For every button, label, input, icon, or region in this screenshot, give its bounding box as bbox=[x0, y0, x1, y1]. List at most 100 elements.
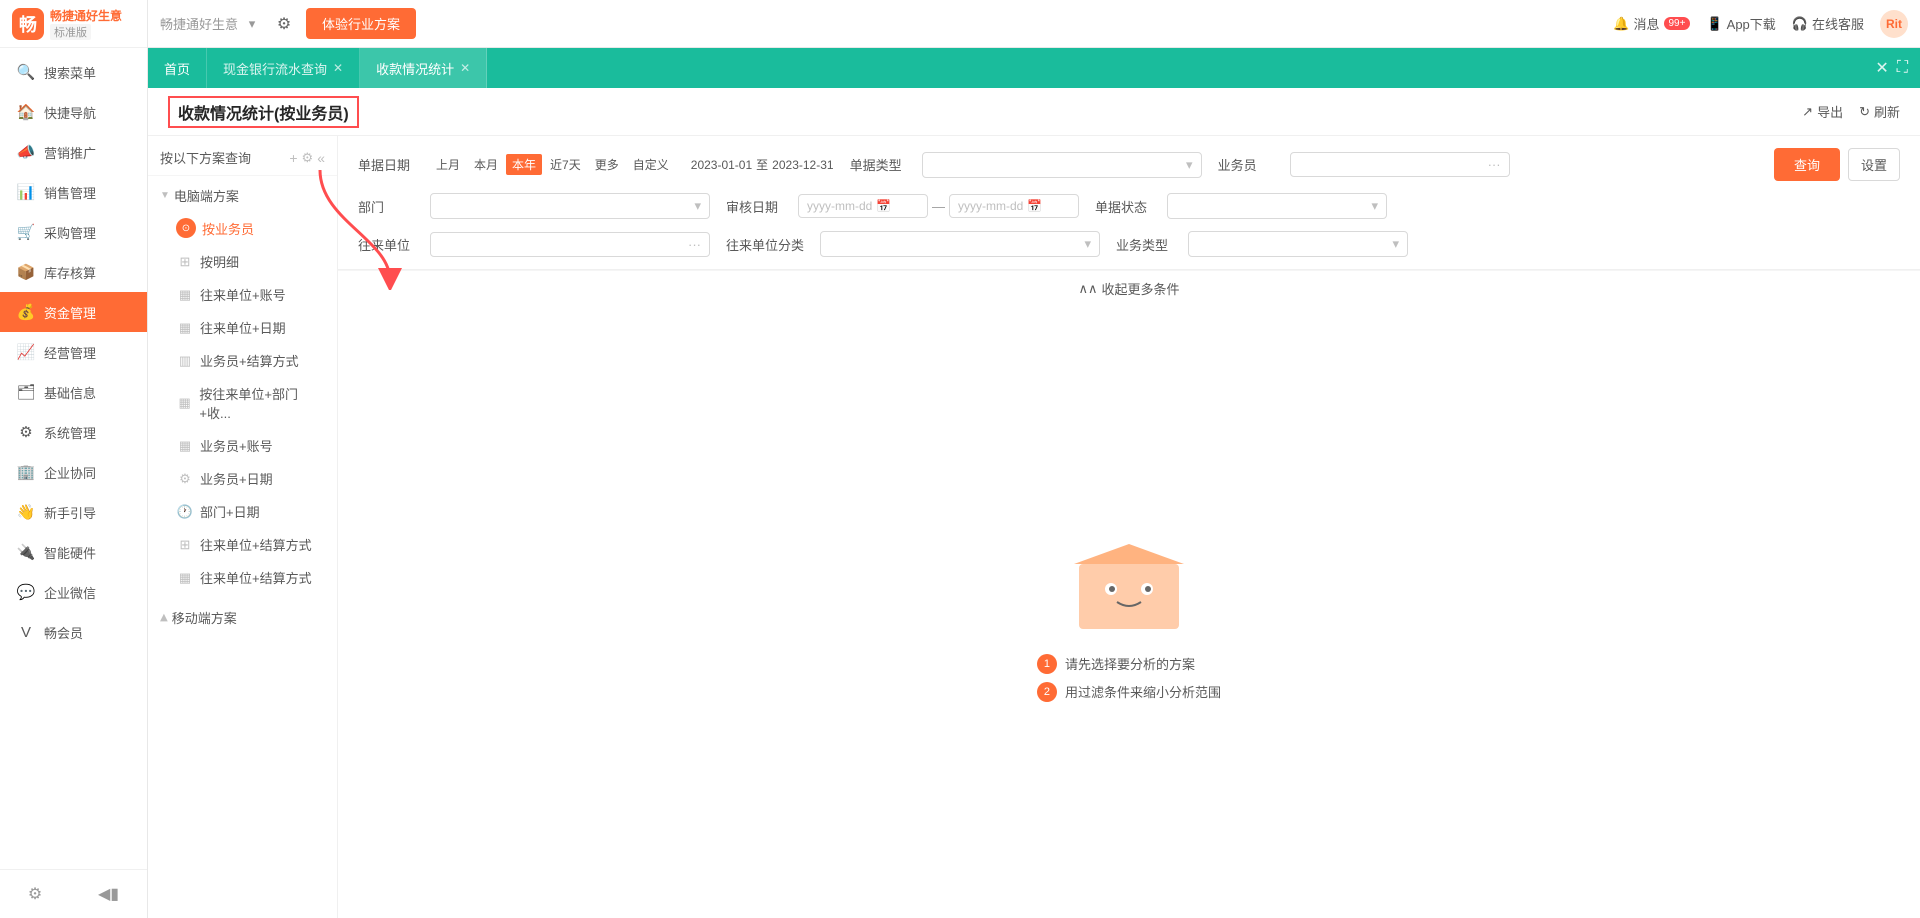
collapse-bar[interactable]: ∧∧ 收起更多条件 bbox=[338, 270, 1920, 306]
empty-svg-illustration bbox=[1049, 514, 1209, 634]
date-from-text: 2023-01-01 bbox=[691, 158, 752, 172]
tab-collection-close-icon[interactable]: ✕ bbox=[460, 61, 470, 75]
empty-steps: 1 请先选择要分析的方案 2 用过滤条件来缩小分析范围 bbox=[1037, 654, 1221, 702]
sidebar-item-label: 新手引导 bbox=[44, 503, 96, 522]
add-scheme-btn[interactable]: + bbox=[289, 150, 297, 166]
tab-bank-flow[interactable]: 现金银行流水查询 ✕ bbox=[207, 48, 360, 88]
mobile-scheme-label: 移动端方案 bbox=[172, 608, 237, 627]
app-download-action[interactable]: 📱 App下载 bbox=[1706, 14, 1775, 33]
shortcut-this-month[interactable]: 本月 bbox=[468, 154, 504, 175]
sidebar-item-label: 销售管理 bbox=[44, 183, 96, 202]
scheme-item-partner-dept[interactable]: ▦ 按往来单位+部门+收... bbox=[148, 377, 337, 429]
scheme-item-dept-date[interactable]: 🕐 部门+日期 bbox=[148, 495, 337, 528]
breadcrumb-dropdown-icon[interactable]: ▾ bbox=[242, 14, 262, 34]
user-avatar[interactable]: Rit bbox=[1880, 10, 1908, 38]
sidebar-item-sales[interactable]: 📊 销售管理 bbox=[0, 172, 147, 212]
shortcut-last-month[interactable]: 上月 bbox=[430, 154, 466, 175]
calendar-icon2: 📅 bbox=[1027, 199, 1042, 213]
scheme-item-staff-date[interactable]: ⚙ 业务员+日期 bbox=[148, 462, 337, 495]
sidebar-item-operations[interactable]: 📈 经营管理 bbox=[0, 332, 147, 372]
sidebar-item-vip[interactable]: V 畅会员 bbox=[0, 612, 147, 652]
biz-type-select[interactable]: ▾ bbox=[1188, 231, 1408, 257]
sidebar-item-label: 搜索菜单 bbox=[44, 63, 96, 82]
date-to-text: 2023-12-31 bbox=[772, 158, 833, 172]
app-logo-icon: 畅 bbox=[12, 8, 44, 40]
sidebar-item-label: 营销推广 bbox=[44, 143, 96, 162]
notification-action[interactable]: 🔔 消息 99+ bbox=[1613, 14, 1690, 33]
scheme-item-label: 业务员+日期 bbox=[200, 469, 273, 488]
sidebar-item-quicknav[interactable]: 🏠 快捷导航 bbox=[0, 92, 147, 132]
mobile-scheme-header[interactable]: ▶ 移动端方案 bbox=[148, 602, 337, 633]
scheme-item-partner-settle2[interactable]: ▦ 往来单位+结算方式 bbox=[148, 561, 337, 594]
scheme-item-staff-account[interactable]: ▦ 业务员+账号 bbox=[148, 429, 337, 462]
scheme-item-partner-date[interactable]: ▦ 往来单位+日期 bbox=[148, 311, 337, 344]
notification-icon: 🔔 bbox=[1613, 16, 1629, 32]
shortcut-more[interactable]: 更多 bbox=[589, 154, 625, 175]
scheme-item-detail[interactable]: ⊞ 按明细 bbox=[148, 245, 337, 278]
sidebar-item-basic[interactable]: 🗂 基础信息 bbox=[0, 372, 147, 412]
scheme-item-partner-account[interactable]: ▦ 往来单位+账号 bbox=[148, 278, 337, 311]
shortcut-custom[interactable]: 自定义 bbox=[627, 154, 675, 175]
doc-status-select[interactable]: ▾ bbox=[1167, 193, 1387, 219]
export-button[interactable]: ↗ 导出 bbox=[1802, 102, 1843, 121]
sidebar-item-wechat[interactable]: 💬 企业微信 bbox=[0, 572, 147, 612]
header-right: 🔔 消息 99+ 📱 App下载 🎧 在线客服 Rit bbox=[1613, 10, 1908, 38]
filter-row-1: 单据日期 上月 本月 本年 近7天 更多 自定义 2023-01-01 至 20… bbox=[358, 148, 1900, 181]
tab-home-label: 首页 bbox=[164, 59, 190, 78]
doc-type-select[interactable]: ▾ bbox=[922, 152, 1202, 178]
tab-close-all-icon[interactable]: ✕ bbox=[1875, 58, 1888, 78]
shortcut-this-year[interactable]: 本年 bbox=[506, 154, 542, 175]
collapse-panel-btn[interactable]: « bbox=[317, 150, 325, 166]
collapse-sidebar-btn[interactable]: ◀▮ bbox=[92, 878, 125, 910]
sidebar-item-marketing[interactable]: 📣 营销推广 bbox=[0, 132, 147, 172]
partner-filter-group: ··· bbox=[430, 232, 710, 257]
sidebar-item-inventory[interactable]: 📦 库存核算 bbox=[0, 252, 147, 292]
desktop-scheme-label: 电脑端方案 bbox=[174, 186, 239, 205]
online-service-action[interactable]: 🎧 在线客服 bbox=[1792, 14, 1864, 33]
tab-home[interactable]: 首页 bbox=[148, 48, 207, 88]
settings-button[interactable]: 设置 bbox=[1848, 148, 1900, 181]
trial-button[interactable]: 体验行业方案 bbox=[306, 8, 416, 39]
staff-select[interactable]: ··· bbox=[1290, 152, 1510, 177]
sidebar-item-newuser[interactable]: 👋 新手引导 bbox=[0, 492, 147, 532]
mobile-arrow-icon: ▶ bbox=[158, 614, 169, 622]
header-gear-icon[interactable]: ⚙ bbox=[270, 10, 298, 38]
sidebar-item-finance[interactable]: 💰 资金管理 bbox=[0, 292, 147, 332]
partner-category-select[interactable]: ▾ bbox=[820, 231, 1100, 257]
query-button[interactable]: 查询 bbox=[1774, 148, 1840, 181]
empty-step-2: 2 用过滤条件来缩小分析范围 bbox=[1037, 682, 1221, 702]
review-date-from-input[interactable]: yyyy-mm-dd 📅 bbox=[798, 194, 928, 218]
refresh-button[interactable]: ↻ 刷新 bbox=[1859, 102, 1900, 121]
settings-bottom-icon[interactable]: ⚙ bbox=[22, 878, 48, 910]
sidebar-item-label: 资金管理 bbox=[44, 303, 96, 322]
empty-inner: 1 请先选择要分析的方案 2 用过滤条件来缩小分析范围 bbox=[1037, 514, 1221, 710]
date-range-sep: 至 bbox=[756, 156, 768, 173]
shortcut-7days[interactable]: 近7天 bbox=[544, 154, 587, 175]
scheme-item-by-staff[interactable]: ⊙ 按业务员 bbox=[148, 211, 337, 245]
sidebar-item-enterprise[interactable]: 🏢 企业协同 bbox=[0, 452, 147, 492]
review-date-to-input[interactable]: yyyy-mm-dd 📅 bbox=[949, 194, 1079, 218]
scheme-settings-btn[interactable]: ⚙ bbox=[302, 150, 314, 166]
sidebar-item-search[interactable]: 🔍 搜索菜单 bbox=[0, 52, 147, 92]
scheme-item-label: 业务员+账号 bbox=[200, 436, 273, 455]
scheme-item-label: 往来单位+结算方式 bbox=[200, 535, 312, 554]
scheme-item-label: 往来单位+日期 bbox=[200, 318, 286, 337]
content-body: 按以下方案查询 + ⚙ « ▼ 电脑端方案 ⊙ 按业务员 ⊞ bbox=[148, 136, 1920, 918]
tab-bank-flow-close-icon[interactable]: ✕ bbox=[333, 61, 343, 75]
staff-label: 业务员 bbox=[1218, 155, 1274, 174]
table-icon: ▦ bbox=[176, 286, 194, 304]
desktop-scheme-header[interactable]: ▼ 电脑端方案 bbox=[148, 180, 337, 211]
tab-expand-icon[interactable]: ⛶ bbox=[1897, 59, 1908, 77]
filter-row-2: 部门 ▾ 审核日期 yyyy-mm-dd 📅 — yyyy-mm-dd bbox=[358, 193, 1900, 219]
sidebar-item-purchase[interactable]: 🛒 采购管理 bbox=[0, 212, 147, 252]
dept-select[interactable]: ▾ bbox=[430, 193, 710, 219]
partner-select[interactable]: ··· bbox=[430, 232, 710, 257]
sidebar-item-system[interactable]: ⚙ 系统管理 bbox=[0, 412, 147, 452]
scheme-item-label: 往来单位+账号 bbox=[200, 285, 286, 304]
sidebar-item-hardware[interactable]: 🔌 智能硬件 bbox=[0, 532, 147, 572]
tab-bank-flow-label: 现金银行流水查询 bbox=[223, 59, 327, 78]
step-num-1: 1 bbox=[1037, 654, 1057, 674]
scheme-item-staff-settle[interactable]: ▥ 业务员+结算方式 bbox=[148, 344, 337, 377]
scheme-item-partner-settle1[interactable]: ⊞ 往来单位+结算方式 bbox=[148, 528, 337, 561]
tab-collection-stats[interactable]: 收款情况统计 ✕ bbox=[360, 48, 487, 88]
